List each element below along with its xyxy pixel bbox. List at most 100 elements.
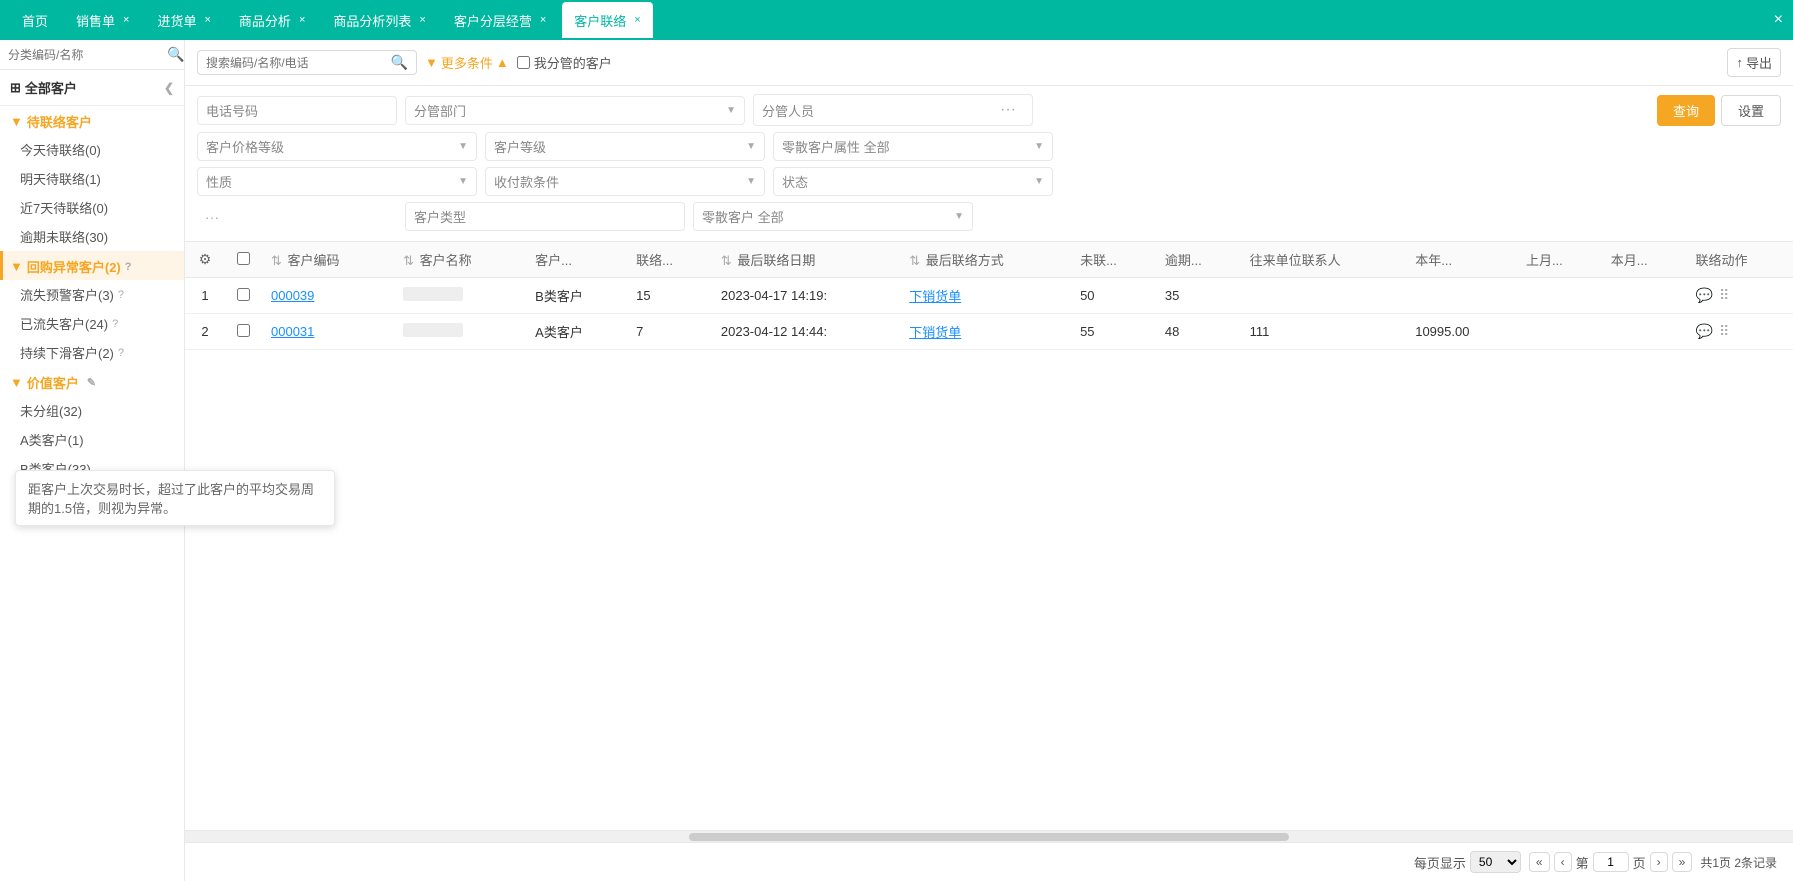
tab-customer-layer[interactable]: 客户分层经营 ×: [442, 2, 558, 38]
filter-phone[interactable]: 电话号码: [197, 96, 397, 125]
cell-name-1: [393, 278, 525, 314]
sidebar-group-pending[interactable]: ▼ 待联络客户: [0, 106, 184, 135]
table-row: 1 000039 B类客户 15 2023-04-17 14:19: 下销货单: [185, 278, 1793, 314]
sidebar-group-value[interactable]: ▼ 价值客户 ✎: [0, 367, 184, 396]
cell-no-contact-2: 55: [1070, 314, 1155, 350]
tab-customer-layer-close[interactable]: ×: [540, 14, 546, 26]
total-info: 共1页 2条记录: [1700, 854, 1777, 871]
sort-icon-method: ⇅: [909, 253, 920, 268]
cell-contact-2: 7: [626, 314, 711, 350]
tooltip-box: 距客户上次交易时长，超过了此客户的平均交易周期的1.5倍，则视为异常。: [15, 470, 185, 526]
col-header-overdue: 逾期...: [1155, 242, 1240, 278]
sidebar-group-value-label: 价值客户: [27, 373, 79, 392]
last-page-button[interactable]: »: [1672, 852, 1693, 872]
select-all-checkbox[interactable]: [237, 252, 250, 265]
tab-purchase[interactable]: 进货单 ×: [145, 2, 222, 38]
col-header-last-month: 上月...: [1516, 242, 1601, 278]
sidebar-item-7days-label: 近7天待联络(0): [20, 198, 108, 217]
row-checkbox-2[interactable]: [237, 324, 250, 337]
more-icon-2[interactable]: ⠿: [1719, 323, 1729, 340]
tab-customer-contact-close[interactable]: ×: [634, 14, 640, 26]
customer-code-link-2[interactable]: 000031: [271, 324, 314, 339]
sidebar-item-tomorrow[interactable]: 明天待联络(1): [0, 164, 184, 193]
nav-close-all-button[interactable]: ×: [1774, 11, 1783, 29]
col-header-code: ⇅ 客户编码: [261, 242, 393, 278]
grid-icon: ⊞: [10, 80, 21, 96]
cell-index-1: 1: [185, 278, 225, 314]
prev-page-button[interactable]: ‹: [1554, 852, 1572, 872]
page-input[interactable]: [1593, 852, 1629, 872]
tab-product-analysis-close[interactable]: ×: [299, 14, 305, 26]
cell-overdue-1: 35: [1155, 278, 1240, 314]
per-page-dropdown[interactable]: 50 100 200: [1470, 851, 1521, 873]
page-nav: « ‹ 第 页 › »: [1529, 852, 1692, 872]
sidebar-item-churn-warning[interactable]: 流失预警客户(3) ?: [0, 280, 184, 309]
sidebar-item-overdue-contact[interactable]: 逾期未联络(30): [0, 222, 184, 251]
filter-payment[interactable]: 收付款条件 ▼: [485, 167, 765, 196]
tab-customer-contact[interactable]: 客户联络 ×: [562, 2, 652, 38]
settings-button[interactable]: 设置: [1721, 95, 1781, 126]
sidebar-item-class-a[interactable]: A类客户(1): [0, 425, 184, 454]
search-icon[interactable]: 🔍: [391, 54, 408, 71]
filter-customer-type[interactable]: 客户类型: [405, 202, 685, 231]
cell-last-method-1[interactable]: 下销货单: [899, 278, 1070, 314]
sidebar-collapse-icon[interactable]: ❮: [164, 81, 174, 95]
cell-checkbox-2: [225, 314, 261, 350]
gear-icon[interactable]: ⚙: [199, 251, 212, 267]
filter-status[interactable]: 状态 ▼: [773, 167, 1053, 196]
cell-code-1[interactable]: 000039: [261, 278, 393, 314]
filter-phone-label: 电话号码: [206, 101, 258, 120]
filter-dept[interactable]: 分管部门 ▼: [405, 96, 745, 125]
edit-icon-value[interactable]: ✎: [87, 376, 96, 389]
search-input[interactable]: [206, 56, 387, 70]
col-header-index: ⚙: [185, 242, 225, 278]
cell-this-month-2: [1601, 314, 1686, 350]
dots-icon-person[interactable]: ···: [992, 99, 1024, 121]
customer-code-link-1[interactable]: 000039: [271, 288, 314, 303]
my-customer-checkbox[interactable]: [517, 56, 530, 69]
cell-code-2[interactable]: 000031: [261, 314, 393, 350]
tab-product-list-close[interactable]: ×: [419, 14, 425, 26]
tab-product-analysis[interactable]: 商品分析 ×: [227, 2, 317, 38]
more-icon-1[interactable]: ⠿: [1719, 287, 1729, 304]
last-method-link-1[interactable]: 下销货单: [909, 289, 961, 304]
tab-purchase-close[interactable]: ×: [204, 14, 210, 26]
table-scroll-bar[interactable]: [185, 830, 1793, 842]
query-button[interactable]: 查询: [1657, 95, 1715, 126]
sort-icon-date: ⇅: [721, 253, 732, 268]
more-conditions-button[interactable]: ▼ 更多条件 ▲: [425, 53, 509, 72]
sidebar-group-abnormal[interactable]: ▼ 回购异常客户(2) ?: [0, 251, 184, 280]
sidebar-item-declining[interactable]: 持续下滑客户(2) ?: [0, 338, 184, 367]
tab-product-list[interactable]: 商品分析列表 ×: [321, 2, 437, 38]
sidebar-all-customers[interactable]: ⊞ 全部客户 ❮: [0, 70, 184, 106]
dots-icon-row4[interactable]: ···: [197, 207, 227, 227]
scroll-thumb[interactable]: [689, 833, 1289, 841]
col-header-this-month: 本月...: [1601, 242, 1686, 278]
cell-last-method-2[interactable]: 下销货单: [899, 314, 1070, 350]
search-input-wrap: 🔍: [197, 50, 417, 75]
sidebar-item-today-label: 今天待联络(0): [20, 140, 101, 159]
sidebar-search-icon[interactable]: 🔍: [167, 46, 184, 63]
last-method-link-2[interactable]: 下销货单: [909, 325, 961, 340]
tab-home[interactable]: 首页: [10, 2, 60, 38]
sidebar-item-ungrouped[interactable]: 未分组(32): [0, 396, 184, 425]
next-page-button[interactable]: ›: [1650, 852, 1668, 872]
chat-icon-2[interactable]: 💬: [1696, 323, 1713, 340]
chat-icon-1[interactable]: 💬: [1696, 287, 1713, 304]
sidebar-item-today[interactable]: 今天待联络(0): [0, 135, 184, 164]
tab-sales[interactable]: 销售单 ×: [64, 2, 141, 38]
filter-person[interactable]: 分管人员 ···: [753, 94, 1033, 126]
filter-scatter-customer[interactable]: 零散客户 全部 ▼: [693, 202, 973, 231]
first-page-button[interactable]: «: [1529, 852, 1550, 872]
sidebar-item-churned[interactable]: 已流失客户(24) ?: [0, 309, 184, 338]
sidebar-search-input[interactable]: [8, 48, 163, 62]
filter-price-grade[interactable]: 客户价格等级 ▼: [197, 132, 477, 161]
filter-nature[interactable]: 性质 ▼: [197, 167, 477, 196]
row-checkbox-1[interactable]: [237, 288, 250, 301]
page-suffix: 页: [1633, 853, 1646, 872]
sidebar-item-7days[interactable]: 近7天待联络(0): [0, 193, 184, 222]
filter-customer-grade[interactable]: 客户等级 ▼: [485, 132, 765, 161]
export-button[interactable]: ↑ 导出: [1727, 48, 1781, 77]
filter-scatter-attr[interactable]: 零散客户属性 全部 ▼: [773, 132, 1053, 161]
tab-sales-close[interactable]: ×: [123, 14, 129, 26]
